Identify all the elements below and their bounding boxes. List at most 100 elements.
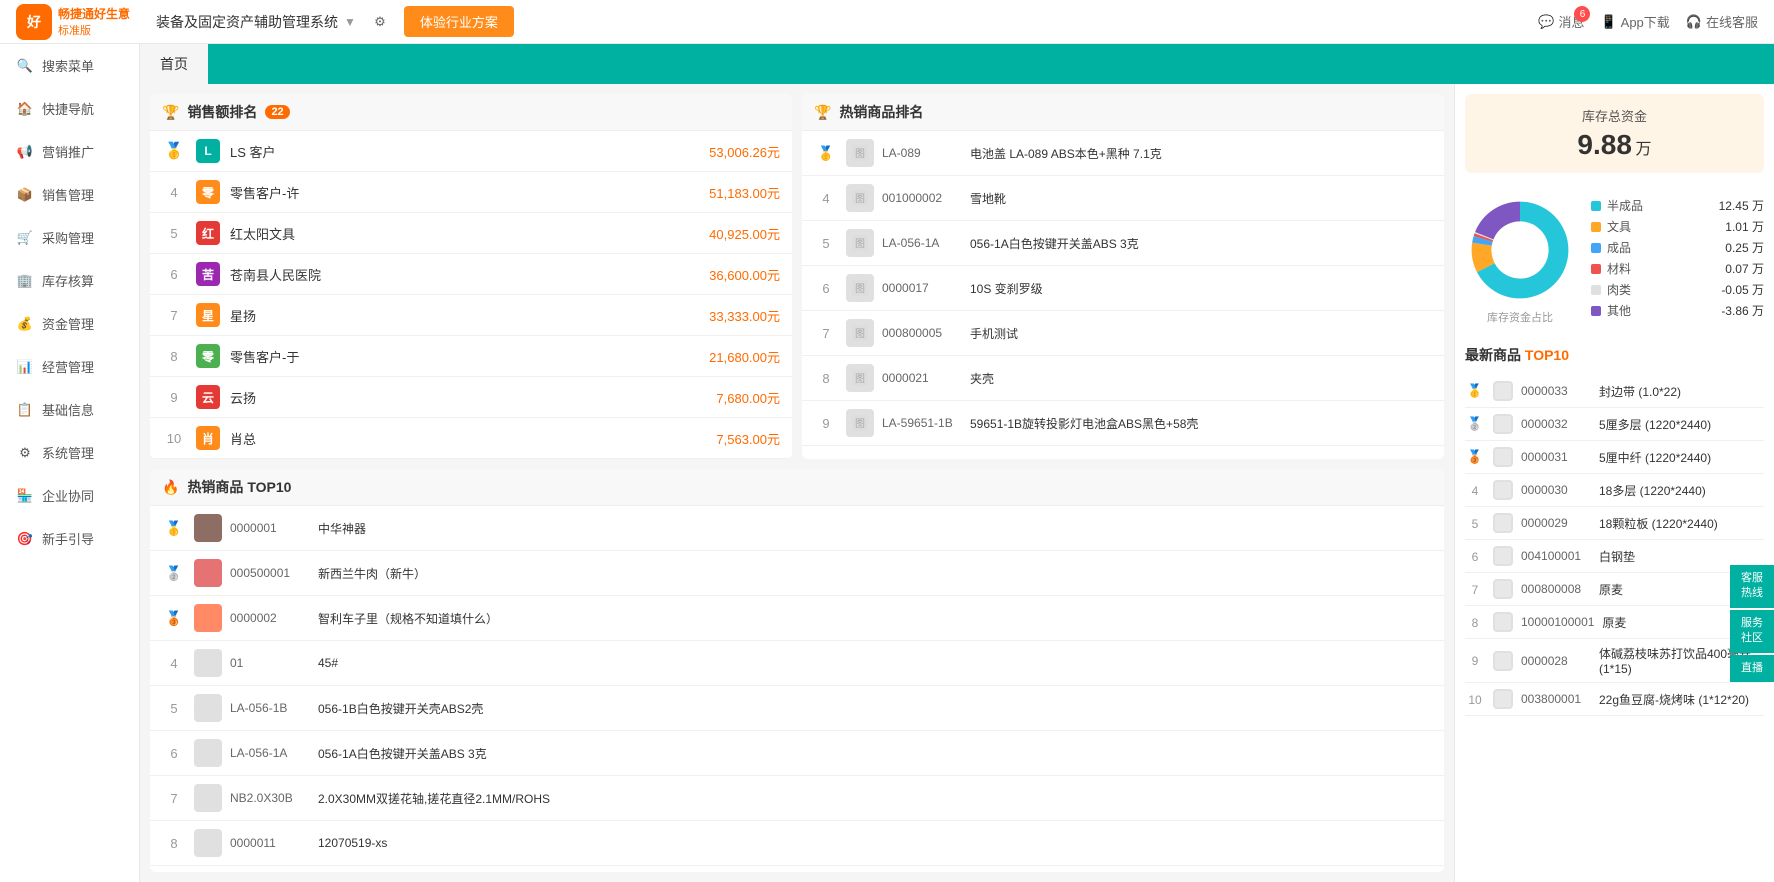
sidebar-item-sales[interactable]: 📦 销售管理 (0, 173, 139, 216)
product-sales-row[interactable]: 8 图 0000021 夹壳 (802, 356, 1444, 401)
rank-number: 4 (170, 656, 177, 671)
customer-row[interactable]: 4 零 零售客户-许 51,183.00元 (150, 172, 792, 213)
customer-avatar: 肖 (196, 426, 220, 450)
hot-product-row[interactable]: 8 0000011 12070519-xs (150, 821, 1444, 866)
sidebar-item-search[interactable]: 🔍 搜索菜单 (0, 44, 139, 87)
rank-cell: 5 (814, 236, 838, 251)
trial-button[interactable]: 体验行业方案 (404, 6, 514, 37)
medal-icon: 🥇 (164, 143, 184, 160)
sidebar-item-guide[interactable]: 🎯 新手引导 (0, 517, 139, 560)
sidebar-item-system[interactable]: ⚙ 系统管理 (0, 431, 139, 474)
customer-row[interactable]: 8 零 零售客户-于 21,680.00元 (150, 336, 792, 377)
donut-svg (1465, 195, 1575, 305)
sidebar-item-operation[interactable]: 📊 经营管理 (0, 345, 139, 388)
rank-cell: 🥇 (1465, 383, 1485, 399)
hot-product-row[interactable]: 🥇 0000001 中华神器 (150, 506, 1444, 551)
customer-name: 零售客户-于 (230, 347, 699, 366)
rank-cell: 7 (1465, 582, 1485, 597)
product-placeholder-icon: 图 (852, 145, 868, 161)
tab-home[interactable]: 首页 (140, 44, 208, 84)
rank-number: 9 (822, 416, 829, 431)
customer-row[interactable]: 10 肖 肖总 7,563.00元 (150, 418, 792, 459)
product-image: 图 (846, 364, 874, 392)
float-buttons: 客服热线 服务社区 直播 (1730, 565, 1774, 682)
sidebar-item-enterprise[interactable]: 🏪 企业协同 (0, 474, 139, 517)
product-name: 手机测试 (970, 325, 1432, 342)
system-selector[interactable]: 装备及固定资产辅助管理系统 ▼ (156, 12, 356, 32)
messages-button[interactable]: 💬 消息 6 (1538, 12, 1584, 31)
legend-item: 肉类 -0.05 万 (1591, 281, 1764, 298)
operation-icon: 📊 (16, 358, 34, 376)
sidebar-item-basic[interactable]: 📋 基础信息 (0, 388, 139, 431)
customer-name: 红太阳文具 (230, 224, 699, 243)
hot-product-row[interactable]: 6 LA-056-1A 056-1A白色按键开关盖ABS 3克 (150, 731, 1444, 776)
online-service-button[interactable]: 🎧 在线客服 (1686, 12, 1758, 31)
new-product-row[interactable]: 5 0000029 18颗粒板 (1220*2440) (1465, 507, 1764, 540)
hot-product-row[interactable]: 5 LA-056-1B 056-1B白色按键开关壳ABS2壳 (150, 686, 1444, 731)
product-sales-row[interactable]: 9 图 LA-59651-1B 59651-1B旋转投影灯电池盒ABS黑色+58… (802, 401, 1444, 446)
new-product-row[interactable]: 6 004100001 白钢垫 (1465, 540, 1764, 573)
rank-cell: 8 (162, 836, 186, 851)
sidebar-item-purchase[interactable]: 🛒 采购管理 (0, 216, 139, 259)
new-product-row[interactable]: 🥇 0000033 封边带 (1.0*22) (1465, 375, 1764, 408)
hot-product-row[interactable]: 4 01 45# (150, 641, 1444, 686)
new-product-code: 000800008 (1521, 582, 1591, 596)
new-product-row[interactable]: 7 000800008 原麦 (1465, 573, 1764, 606)
product-name: 电池盖 LA-089 ABS本色+黑种 7.1克 (970, 145, 1432, 162)
new-product-row[interactable]: 10 003800001 22g鱼豆腐-烧烤味 (1*12*20) (1465, 683, 1764, 716)
legend-value-text: 0.25 万 (1725, 239, 1764, 256)
sidebar-item-quicknav[interactable]: 🏠 快捷导航 (0, 87, 139, 130)
rank-number: 8 (170, 836, 177, 851)
hot-product-row[interactable]: 🥈 000500001 新西兰牛肉（新牛） (150, 551, 1444, 596)
content-area: 首页 🏆 销售额排名 22 🥇 L LS 客户 53,006. (140, 44, 1774, 882)
hot-product-row[interactable]: 7 NB2.0X30B 2.0X30MM双搓花轴,搓花直径2.1MM/ROHS (150, 776, 1444, 821)
product-code: 0000021 (882, 371, 962, 385)
purchase-icon: 🛒 (16, 229, 34, 247)
rank-cell: 7 (814, 326, 838, 341)
hot-product-row[interactable]: 9 KK-SD22110H 花语萌恒温分腿睡袋（厚款） (150, 866, 1444, 872)
customer-row[interactable]: 6 苦 苍南县人民医院 36,600.00元 (150, 254, 792, 295)
rank-cell: 8 (814, 371, 838, 386)
product-sales-row[interactable]: 7 图 000800005 手机测试 (802, 311, 1444, 356)
product-sales-row[interactable]: 4 图 001000002 雪地靴 (802, 176, 1444, 221)
app-download-button[interactable]: 📱 App下载 (1600, 12, 1669, 31)
customer-row[interactable]: 🥇 L LS 客户 53,006.26元 (150, 131, 792, 172)
customer-row[interactable]: 7 星 星扬 33,333.00元 (150, 295, 792, 336)
legend-item: 成品 0.25 万 (1591, 239, 1764, 256)
new-product-row[interactable]: 9 0000028 体碱荔枝味苏打饮品400毫升 (1*15) (1465, 639, 1764, 683)
inventory-legend: 半成品 12.45 万 文具 1.01 万 成品 0.25 万 材料 0.07 … (1591, 197, 1764, 323)
rank-cell: 5 (162, 701, 186, 716)
customer-row[interactable]: 9 云 云扬 7,680.00元 (150, 377, 792, 418)
product-sales-row[interactable]: 🥇 图 LA-089 电池盖 LA-089 ABS本色+黑种 7.1克 (802, 131, 1444, 176)
settings-button[interactable]: ⚙ (366, 8, 394, 36)
new-product-row[interactable]: 4 0000030 18多层 (1220*2440) (1465, 474, 1764, 507)
float-btn-community[interactable]: 服务社区 (1730, 610, 1774, 653)
sidebar-item-inventory[interactable]: 🏢 库存核算 (0, 259, 139, 302)
product-image (194, 829, 222, 857)
hot-product-row[interactable]: 🥉 0000002 智利车子里（规格不知道填什么） (150, 596, 1444, 641)
product-sales-row[interactable]: 5 图 LA-056-1A 056-1A白色按键开关盖ABS 3克 (802, 221, 1444, 266)
product-name: 2.0X30MM双搓花轴,搓花直径2.1MM/ROHS (318, 790, 1432, 807)
customer-row[interactable]: 5 红 红太阳文具 40,925.00元 (150, 213, 792, 254)
rank-cell: 9 (814, 416, 838, 431)
product-image (1493, 612, 1513, 632)
content-body: 🏆 销售额排名 22 🥇 L LS 客户 53,006.26元 4 零 零售客户… (140, 84, 1774, 882)
legend-value-text: -0.05 万 (1721, 281, 1764, 298)
customer-name: 零售客户-许 (230, 183, 699, 202)
sidebar-item-finance[interactable]: 💰 资金管理 (0, 302, 139, 345)
float-btn-service[interactable]: 客服热线 (1730, 565, 1774, 608)
product-image (1493, 447, 1513, 467)
new-product-row[interactable]: 8 10000100001 原麦 (1465, 606, 1764, 639)
customer-amount: 33,333.00元 (709, 306, 780, 325)
product-code: LA-056-1B (230, 701, 310, 715)
new-product-row[interactable]: 🥈 0000032 5厘多层 (1220*2440) (1465, 408, 1764, 441)
new-product-row[interactable]: 🥉 0000031 5厘中纤 (1220*2440) (1465, 441, 1764, 474)
message-icon: 💬 (1538, 14, 1554, 30)
product-sales-row[interactable]: 6 图 0000017 10S 变刹罗级 (802, 266, 1444, 311)
logo-text: 畅捷通好生意 标准版 (58, 5, 130, 38)
new-product-name: 18颗粒板 (1220*2440) (1599, 515, 1764, 532)
sales-icon: 📦 (16, 186, 34, 204)
float-btn-live[interactable]: 直播 (1730, 655, 1774, 682)
sidebar-item-marketing[interactable]: 📢 营销推广 (0, 130, 139, 173)
legend-item: 半成品 12.45 万 (1591, 197, 1764, 214)
